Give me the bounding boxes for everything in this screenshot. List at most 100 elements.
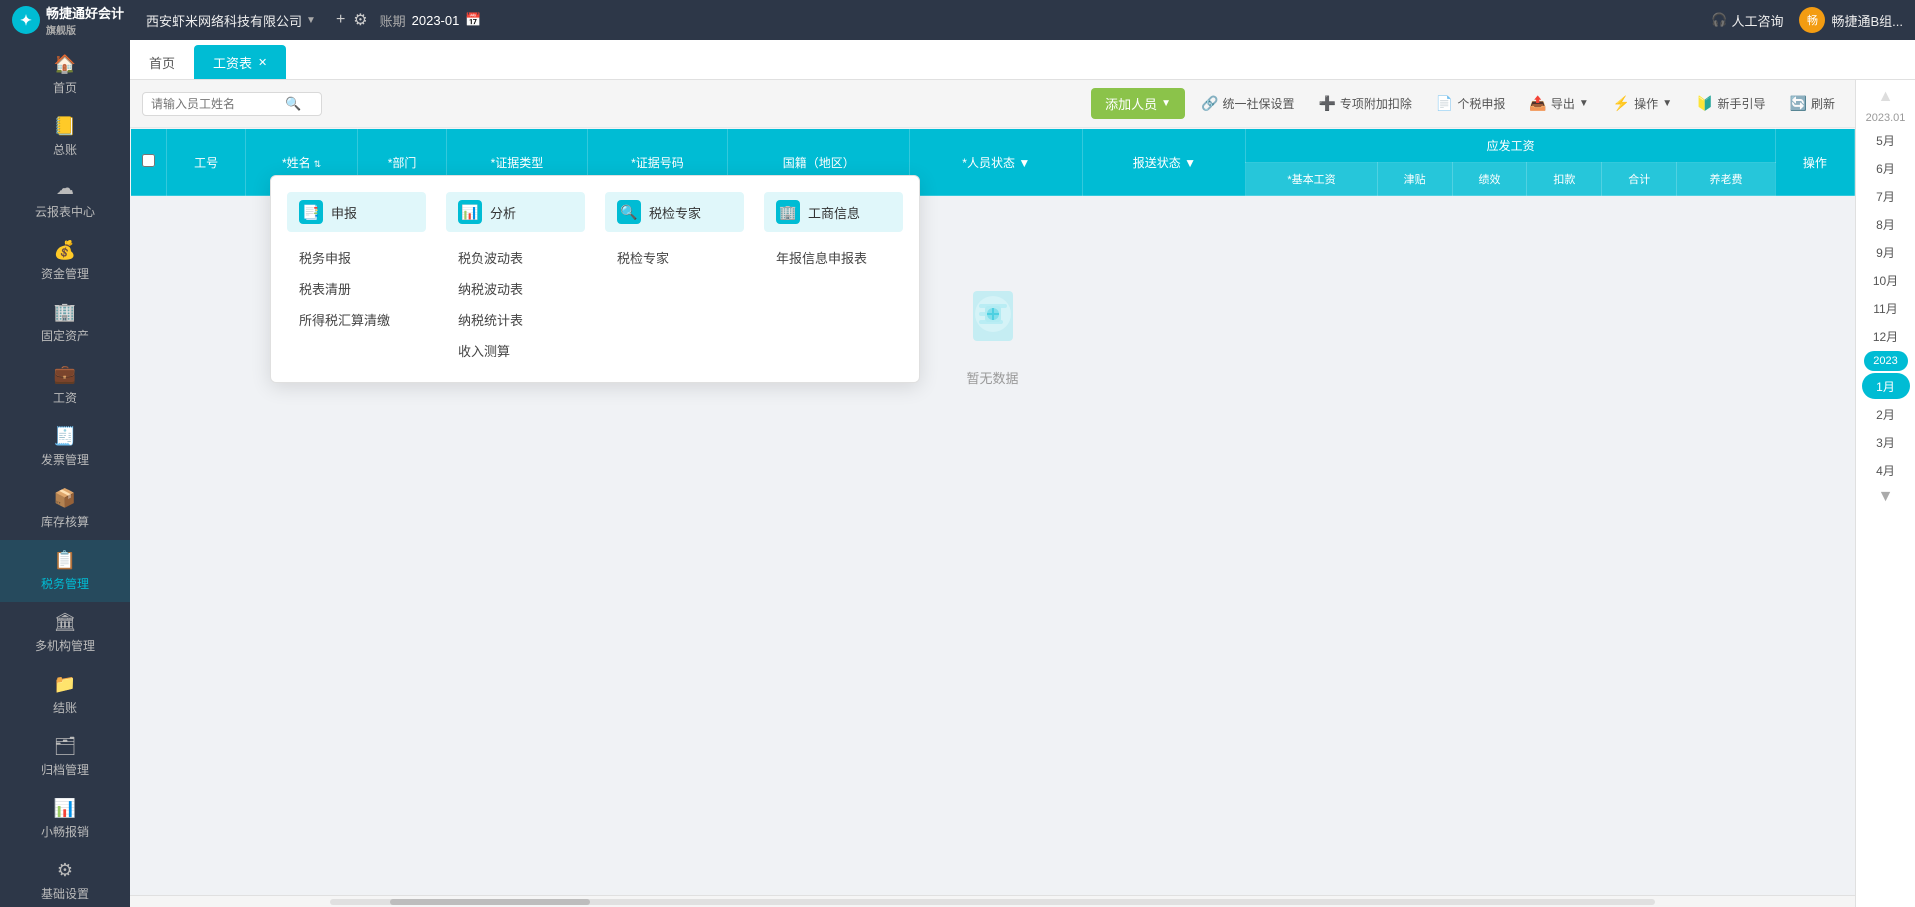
sidebar-item-invoice[interactable]: 🧾 发票管理: [0, 416, 130, 478]
menu-item-tax-stats[interactable]: 纳税统计表: [446, 304, 585, 335]
time-nav-up[interactable]: ▲: [1874, 84, 1898, 110]
th-report-status[interactable]: 报送状态 ▼: [1083, 129, 1246, 196]
guide-label: 新手引导: [1718, 95, 1766, 112]
app-name: 畅捷通好会计: [46, 3, 124, 22]
refresh-label: 刷新: [1811, 95, 1835, 112]
sidebar: 🏠 首页 📒 总账 ☁ 云报表中心 💰 资金管理 🏢 固定资产 💼 工资 🧾 发…: [0, 40, 130, 907]
month-2[interactable]: 2月: [1862, 401, 1910, 427]
month-6[interactable]: 6月: [1862, 155, 1910, 181]
guide-btn-icon: 🔰: [1696, 95, 1713, 112]
company-selector[interactable]: 西安虾米网络科技有限公司 ▼: [146, 11, 316, 30]
month-3[interactable]: 3月: [1862, 429, 1910, 455]
user-name: 畅捷通B组...: [1831, 11, 1903, 30]
month-1[interactable]: 1月: [1862, 373, 1910, 399]
business-header: 🏢 工商信息: [764, 192, 903, 232]
search-input[interactable]: [151, 97, 281, 111]
refresh-button[interactable]: 🔄 刷新: [1782, 91, 1843, 116]
analysis-icon: 📊: [458, 200, 482, 224]
th-allowance: 津贴: [1377, 163, 1452, 196]
dropdown-col-business: 🏢 工商信息 年报信息申报表: [764, 192, 903, 366]
main-layout: 🏠 首页 📒 总账 ☁ 云报表中心 💰 资金管理 🏢 固定资产 💼 工资 🧾 发…: [0, 40, 1915, 907]
empty-illustration: [953, 276, 1033, 356]
sidebar-item-salary[interactable]: 💼 工资: [0, 354, 130, 416]
filter2-icon: ▼: [1184, 156, 1196, 170]
top-right-area: 🎧 人工咨询 畅 畅捷通B组...: [1711, 7, 1903, 33]
scroll-thumb[interactable]: [390, 899, 590, 905]
month-4[interactable]: 4月: [1862, 457, 1910, 483]
bottom-scrollbar[interactable]: [130, 895, 1855, 907]
sidebar-item-multi[interactable]: 🏛 多机构管理: [0, 602, 130, 664]
sidebar-item-label: 税务管理: [41, 575, 89, 592]
sidebar-item-assets[interactable]: 🏢 固定资产: [0, 292, 130, 354]
empty-text: 暂无数据: [966, 368, 1018, 387]
sidebar-item-tax[interactable]: 📋 税务管理: [0, 540, 130, 602]
add-person-button[interactable]: 添加人员 ▼: [1091, 88, 1185, 119]
menu-item-tax-burden[interactable]: 税负波动表: [446, 242, 585, 273]
analysis-title: 分析: [490, 203, 516, 222]
dropdown-menu: 📑 申报 税务申报 税表清册 所得税汇算清缴 📊 分析: [270, 175, 920, 383]
export-button[interactable]: 📤 导出 ▼: [1521, 91, 1596, 116]
sidebar-item-close[interactable]: 📁 结账: [0, 664, 130, 726]
sidebar-item-label: 总账: [53, 141, 77, 158]
menu-item-tax-wave[interactable]: 纳税波动表: [446, 273, 585, 304]
month-7[interactable]: 7月: [1862, 183, 1910, 209]
month-10[interactable]: 10月: [1862, 267, 1910, 293]
sidebar-item-report[interactable]: 📊 小畅报销: [0, 788, 130, 850]
top-bar: ✦ 畅捷通好会计 旗舰版 西安虾米网络科技有限公司 ▼ + ⚙ 账期 2023-…: [0, 0, 1915, 40]
tab-home-label: 首页: [149, 53, 175, 72]
sidebar-item-inventory[interactable]: 📦 库存核算: [0, 478, 130, 540]
th-pension: 养老费: [1677, 163, 1775, 196]
content-area: 🔍 添加人员 ▼ 🔗 统一社保设置 ➕ 专项附加扣除: [130, 80, 1855, 907]
tab-home[interactable]: 首页: [130, 45, 194, 79]
menu-item-tax-table[interactable]: 税表清册: [287, 273, 426, 304]
tab-close-icon[interactable]: ✕: [258, 56, 267, 69]
dropdown-grid: 📑 申报 税务申报 税表清册 所得税汇算清缴 📊 分析: [271, 176, 919, 382]
sidebar-item-archive[interactable]: 🗂 归档管理: [0, 726, 130, 788]
service-button[interactable]: 🎧 人工咨询: [1711, 11, 1783, 30]
month-12[interactable]: 12月: [1862, 323, 1910, 349]
th-status[interactable]: *人员状态 ▼: [910, 129, 1083, 196]
select-all-checkbox[interactable]: [142, 154, 155, 167]
month-9[interactable]: 9月: [1862, 239, 1910, 265]
export-label: 导出: [1551, 95, 1575, 112]
sidebar-item-settings[interactable]: ⚙ 基础设置: [0, 850, 130, 907]
sidebar-item-cloud[interactable]: ☁ 云报表中心: [0, 168, 130, 230]
select-all-header[interactable]: [131, 129, 167, 196]
time-nav-down[interactable]: ▼: [1874, 484, 1898, 510]
close-period-icon: 📁: [54, 674, 76, 695]
calendar-icon[interactable]: 📅: [465, 12, 481, 28]
sidebar-item-ledger[interactable]: 📒 总账: [0, 106, 130, 168]
sidebar-item-home[interactable]: 🏠 首页: [0, 44, 130, 106]
analysis-header: 📊 分析: [446, 192, 585, 232]
expert-header: 🔍 税检专家: [605, 192, 744, 232]
tab-salary-table[interactable]: 工资表 ✕: [194, 45, 286, 79]
dropdown-col-declaration: 📑 申报 税务申报 税表清册 所得税汇算清缴: [287, 192, 426, 366]
sidebar-item-funds[interactable]: 💰 资金管理: [0, 230, 130, 292]
sidebar-item-label: 库存核算: [41, 513, 89, 530]
menu-item-tax-expert[interactable]: 税检专家: [605, 242, 744, 273]
declaration-header: 📑 申报: [287, 192, 426, 232]
export-chevron-icon: ▼: [1579, 98, 1589, 109]
user-info[interactable]: 畅 畅捷通B组...: [1799, 7, 1903, 33]
tax-report-button[interactable]: 📄 个税申报: [1428, 91, 1513, 116]
sidebar-item-label: 资金管理: [41, 265, 89, 282]
month-11[interactable]: 11月: [1862, 295, 1910, 321]
settings-icon[interactable]: ⚙: [353, 10, 367, 30]
guide-button[interactable]: 🔰 新手引导: [1688, 91, 1773, 116]
social-security-button[interactable]: 🔗 统一社保设置: [1193, 91, 1302, 116]
expert-icon: 🔍: [617, 200, 641, 224]
social-label: 统一社保设置: [1222, 95, 1294, 112]
add-icon[interactable]: +: [336, 11, 345, 29]
dropdown-col-expert: 🔍 税检专家 税检专家: [605, 192, 744, 366]
operate-button[interactable]: ⚡ 操作 ▼: [1605, 91, 1680, 116]
special-icon: ➕: [1318, 95, 1335, 112]
month-5[interactable]: 5月: [1862, 127, 1910, 153]
th-salary-group: 应发工资: [1246, 129, 1775, 163]
special-deduction-button[interactable]: ➕ 专项附加扣除: [1310, 91, 1419, 116]
month-8[interactable]: 8月: [1862, 211, 1910, 237]
menu-item-income-tax[interactable]: 所得税汇算清缴: [287, 304, 426, 335]
menu-item-tax-declaration[interactable]: 税务申报: [287, 242, 426, 273]
menu-item-income-estimate[interactable]: 收入测算: [446, 335, 585, 366]
gear-icon: ⚙: [57, 860, 73, 881]
menu-item-annual-report[interactable]: 年报信息申报表: [764, 242, 903, 273]
